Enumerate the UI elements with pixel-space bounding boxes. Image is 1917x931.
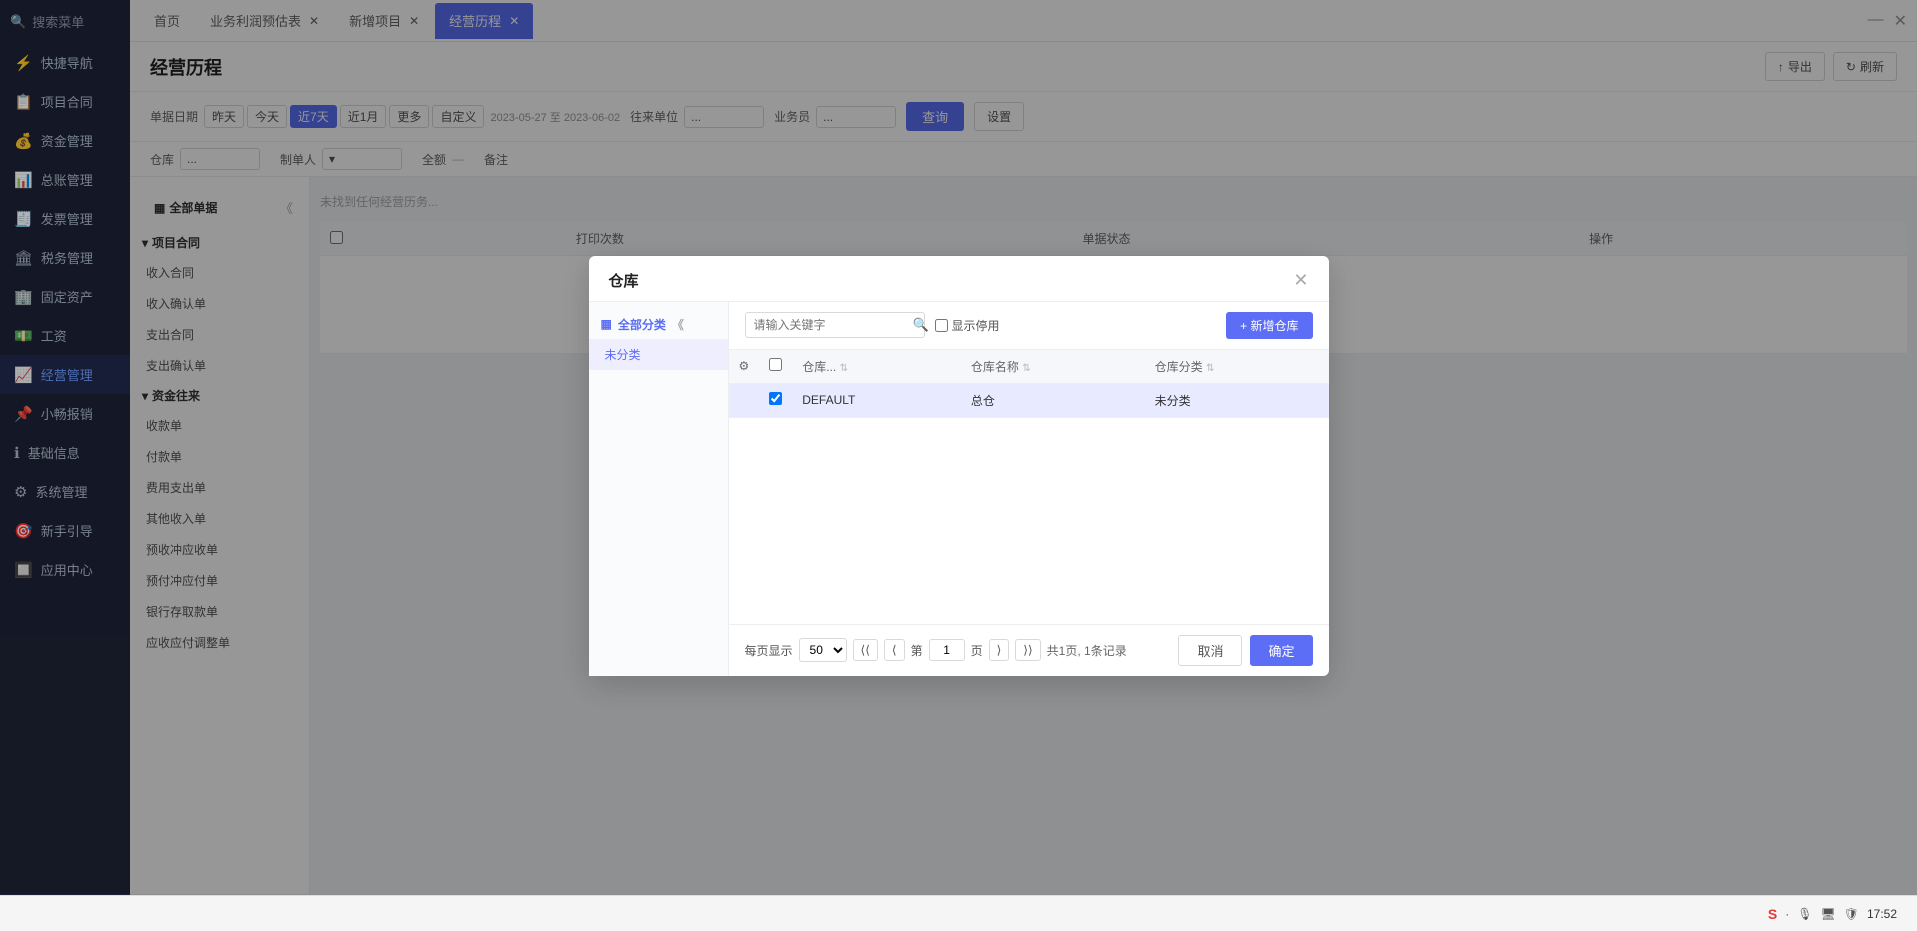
modal-search-box[interactable]: 🔍 <box>745 312 925 338</box>
modal-toolbar: 🔍 显示停用 + 新增仓库 <box>729 302 1329 350</box>
taskbar-icon-screen: 🖥 <box>1821 907 1836 921</box>
first-page-btn[interactable]: ⟨⟨ <box>853 639 878 661</box>
taskbar-icon-dot: · <box>1785 907 1789 921</box>
total-info-modal: 共1页, 1条记录 <box>1047 642 1127 659</box>
col-category-label: 仓库分类 <box>1155 360 1203 374</box>
modal-search-icon: 🔍 <box>913 317 929 333</box>
add-warehouse-button[interactable]: + 新增仓库 <box>1226 312 1312 339</box>
modal-page-input[interactable] <box>929 639 965 661</box>
col-name-header: 仓库名称 ⇅ <box>961 350 1145 384</box>
show-disabled-checkbox[interactable] <box>935 319 948 332</box>
modal-footer: 每页显示 50 ⟨⟨ ⟨ 第 页 ⟩ ⟩⟩ 共1页, 1条记录 <box>729 624 1329 676</box>
col-category-header: 仓库分类 ⇅ <box>1145 350 1329 384</box>
taskbar-icon-mic: 🎙 <box>1797 907 1812 921</box>
row-name-cell: 总仓 <box>961 383 1145 417</box>
modal-right-panel: 🔍 显示停用 + 新增仓库 ⚙ <box>729 302 1329 676</box>
show-disabled-text: 显示停用 <box>952 317 1000 334</box>
col-id-header: 仓库... ⇅ <box>792 350 961 384</box>
col-checkbox-header <box>759 350 792 384</box>
page-label-modal: 第 <box>911 642 923 659</box>
modal-table: ⚙ 仓库... ⇅ 仓库名称 <box>729 350 1329 418</box>
warehouse-modal: 仓库 ✕ ▦ 全部分类 《 未分类 🔍 <box>589 256 1329 676</box>
taskbar-icon-s: S <box>1768 906 1777 922</box>
taskbar-icons: S · 🎙 🖥 🛡 <box>1768 906 1859 922</box>
show-disabled-label[interactable]: 显示停用 <box>935 317 1000 334</box>
last-page-btn[interactable]: ⟩⟩ <box>1015 639 1040 661</box>
modal-title: 仓库 <box>609 270 639 291</box>
sort-icon[interactable]: ⇅ <box>1022 363 1030 374</box>
modal-search-input[interactable] <box>754 318 909 332</box>
taskbar: S · 🎙 🖥 🛡 17:52 <box>0 895 1917 931</box>
all-categories-label: 全部分类 <box>618 316 666 333</box>
modal-header: 仓库 ✕ <box>589 256 1329 302</box>
modal-pagination: 每页显示 50 ⟨⟨ ⟨ 第 页 ⟩ ⟩⟩ 共1页, 1条记录 <box>745 638 1127 662</box>
modal-select-all[interactable] <box>769 358 782 371</box>
prev-page-btn[interactable]: ⟨ <box>884 639 905 661</box>
row-checkbox-cell <box>759 383 792 417</box>
modal-table-row[interactable]: DEFAULT 总仓 未分类 <box>729 383 1329 417</box>
col-name-label: 仓库名称 <box>971 360 1019 374</box>
row-id-cell: DEFAULT <box>792 383 961 417</box>
row-gear-cell <box>729 383 760 417</box>
sort-icon[interactable]: ⇅ <box>840 363 848 374</box>
sort-icon[interactable]: ⇅ <box>1206 363 1214 374</box>
taskbar-time: 17:52 <box>1859 907 1905 921</box>
modal-uncategorized-item[interactable]: 未分类 <box>589 339 728 370</box>
modal-left-panel: ▦ 全部分类 《 未分类 <box>589 302 729 676</box>
modal-per-page-select[interactable]: 50 <box>799 638 847 662</box>
modal-close-button[interactable]: ✕ <box>1293 271 1308 289</box>
page-unit-modal: 页 <box>971 642 983 659</box>
modal-body: ▦ 全部分类 《 未分类 🔍 显示停用 <box>589 302 1329 676</box>
per-page-label-modal: 每页显示 <box>745 642 793 659</box>
taskbar-icon-shield: 🛡 <box>1844 907 1859 921</box>
next-page-btn[interactable]: ⟩ <box>989 639 1010 661</box>
row-category-cell: 未分类 <box>1145 383 1329 417</box>
confirm-button[interactable]: 确定 <box>1250 635 1312 666</box>
gear-icon[interactable]: ⚙ <box>739 359 750 373</box>
modal-all-categories[interactable]: ▦ 全部分类 《 <box>589 310 728 339</box>
modal-table-container: ⚙ 仓库... ⇅ 仓库名称 <box>729 350 1329 624</box>
row-checkbox[interactable] <box>769 392 782 405</box>
modal-action-buttons: 取消 确定 <box>1178 635 1312 666</box>
hashtag-icon: ▦ <box>601 317 612 331</box>
modal-overlay: 仓库 ✕ ▦ 全部分类 《 未分类 🔍 <box>0 0 1917 931</box>
col-id-label: 仓库... <box>802 360 836 374</box>
col-gear-header: ⚙ <box>729 350 760 384</box>
cancel-button[interactable]: 取消 <box>1178 635 1242 666</box>
modal-left-collapse-icon[interactable]: 《 <box>672 316 684 333</box>
